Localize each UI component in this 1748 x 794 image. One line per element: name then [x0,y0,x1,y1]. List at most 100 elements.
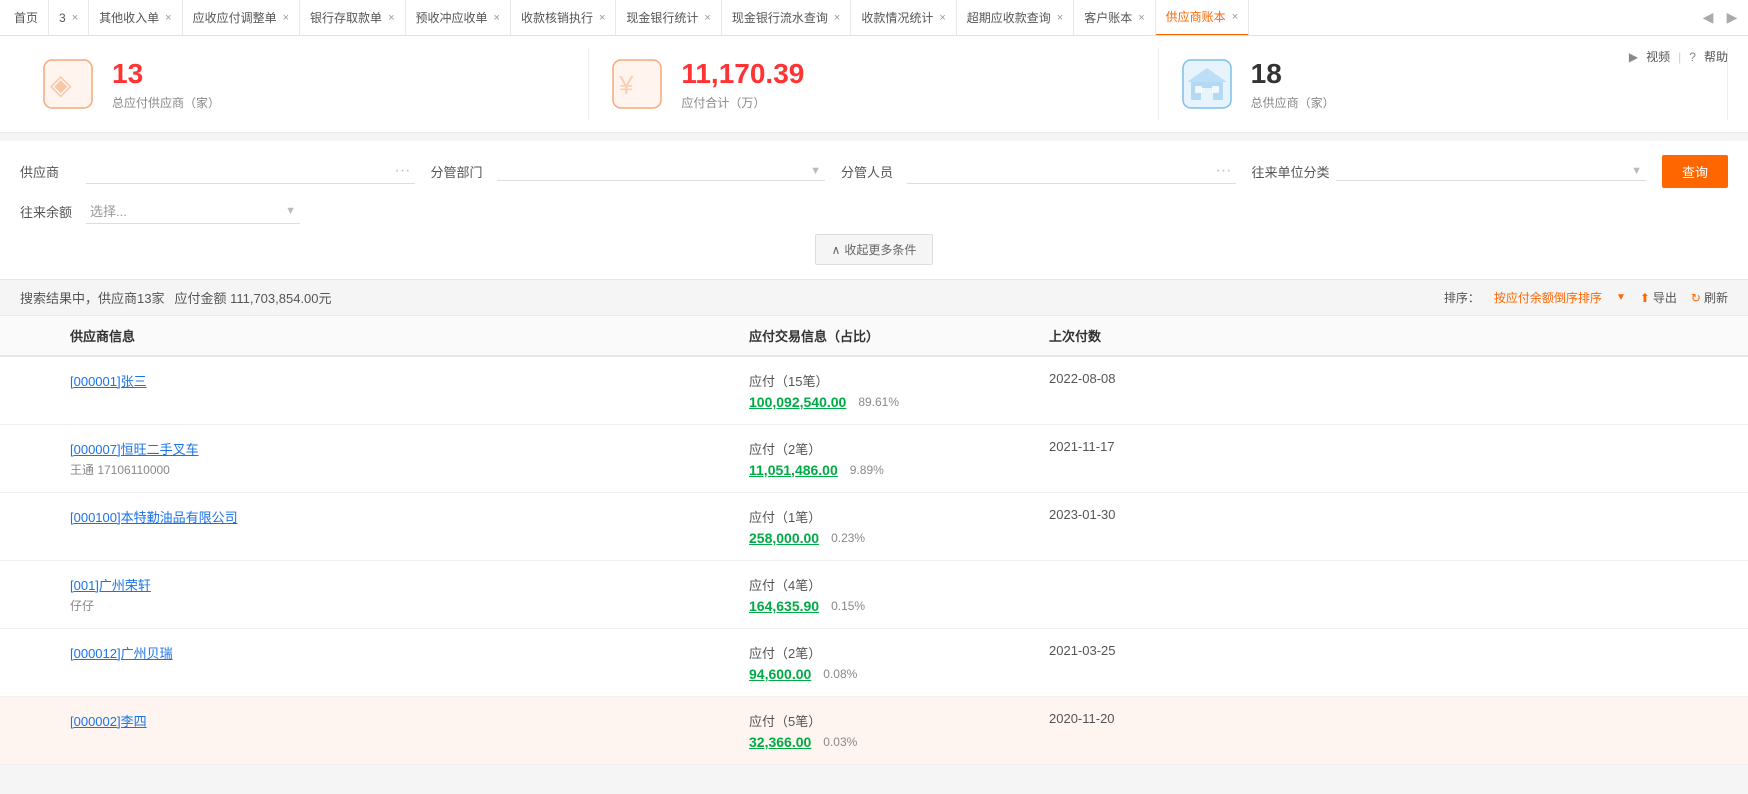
collapse-button[interactable]: ∧ 收起更多条件 [815,234,934,265]
person-filter-label: 分管人员 [841,162,901,181]
close-tab-bank-deposit[interactable]: × [388,12,394,24]
nav-tab-ap-adjust[interactable]: 应收应付调整单× [183,0,300,36]
total-supplier-icon [1179,56,1235,112]
filter-area: 供应商 ··· 分管部门 ▼ 分管人员 ··· 往来单位分类 [0,141,1748,280]
supplier-payable-icon: ◈ [40,56,96,112]
table-header: 供应商信息 应付交易信息（占比） 上次付数 [0,316,1748,357]
tx-amount[interactable]: 258,000.00 [749,530,819,546]
supplier-input[interactable] [90,164,395,179]
nav-arrow-right[interactable]: ▶ [1720,0,1744,36]
nav-tab-tab3[interactable]: 3× [49,0,89,36]
tx-amount[interactable]: 32,366.00 [749,734,811,750]
row-index [20,507,70,511]
nav-arrows: ◀ ▶ [1696,0,1744,36]
filter-item-category: 往来单位分类 ▼ [1252,162,1647,181]
nav-tab-customer-account[interactable]: 客户账本× [1074,0,1155,36]
table-row: [000002]李四 应付（5笔） 32,366.00 0.03% 2020-1… [0,697,1748,765]
filter-item-balance: 往来余额 选择... ▼ [20,198,300,224]
stats-row: ◈ 13 总应付供应商（家） ¥ 11,170.39 应付合计（万） [0,36,1748,133]
tx-amount[interactable]: 94,600.00 [749,666,811,682]
nav-tab-bank-deposit[interactable]: 银行存取款单× [300,0,405,36]
supplier-link[interactable]: [000100]本特勤油品有限公司 [70,507,749,526]
tx-label: 应付（5笔） [749,711,1049,730]
dept-caret-icon: ▼ [810,165,821,177]
tx-pct: 89.61% [858,395,899,409]
close-tab-other-income[interactable]: × [165,12,171,24]
nav-tab-home[interactable]: 首页 [4,0,49,36]
person-dots-icon: ··· [1216,162,1232,180]
transaction-info: 应付（1笔） 258,000.00 0.23% [749,507,1049,546]
row-index [20,575,70,579]
sort-value[interactable]: 按应付余额倒序排序 [1494,289,1602,306]
table-row: [000100]本特勤油品有限公司 应付（1笔） 258,000.00 0.23… [0,493,1748,561]
refresh-label[interactable]: 刷新 [1704,289,1728,306]
refresh-action[interactable]: ↻ 刷新 [1691,289,1728,306]
balance-filter-select[interactable]: 选择... ▼ [86,198,300,224]
query-button[interactable]: 查询 [1662,155,1728,188]
nav-tab-collect-stat[interactable]: 收款情况统计× [851,0,956,36]
person-filter-input[interactable]: ··· [907,159,1236,184]
supplier-info: [000002]李四 [70,711,749,733]
person-input[interactable] [911,164,1216,179]
nav-tab-cash-bank-flow[interactable]: 现金银行流水查询× [722,0,851,36]
export-label[interactable]: 导出 [1653,289,1677,306]
supplier-info: [000007]恒旺二手叉车 王通 17106110000 [70,439,749,478]
supplier-link[interactable]: [000012]广州贝瑞 [70,643,749,662]
divider: | [1678,50,1681,64]
collapse-label: 收起更多条件 [844,241,916,258]
stat-content-payable-total: 11,170.39 应付合计（万） [681,57,804,112]
close-tab-collect-stat[interactable]: × [939,12,945,24]
help-icon: ? [1689,50,1696,64]
filter-item-supplier: 供应商 ··· [20,159,415,184]
stat-label-payable-total: 应付合计（万） [681,94,804,111]
close-tab-cash-bank-stat[interactable]: × [704,12,710,24]
tx-pct: 0.23% [831,531,865,545]
balance-caret-icon: ▼ [285,205,296,217]
category-filter-select[interactable]: ▼ [1336,162,1646,181]
supplier-filter-input[interactable]: ··· [86,159,415,184]
video-icon: ▶ [1629,50,1638,64]
supplier-link[interactable]: [001]广州荣轩 [70,575,749,594]
close-tab-customer-account[interactable]: × [1138,12,1144,24]
nav-tab-supplier-account[interactable]: 供应商账本× [1156,0,1249,36]
supplier-info: [001]广州荣轩 仔仔 [70,575,749,614]
close-tab-supplier-account[interactable]: × [1232,11,1238,23]
close-tab-ap-adjust[interactable]: × [283,12,289,24]
nav-tab-payment-verify[interactable]: 收款核销执行× [511,0,616,36]
row-index [20,643,70,647]
supplier-link[interactable]: [000007]恒旺二手叉车 [70,439,749,458]
close-tab-cash-bank-flow[interactable]: × [834,12,840,24]
nav-tab-other-income[interactable]: 其他收入单× [89,0,182,36]
tx-label: 应付（2笔） [749,439,1049,458]
last-pay-date: 2020-11-20 [1049,711,1728,726]
supplier-sub: 王通 17106110000 [70,463,170,477]
dept-filter-label: 分管部门 [431,162,491,181]
help-link[interactable]: 帮助 [1704,48,1728,65]
close-tab-prepay-charge[interactable]: × [494,12,500,24]
export-action[interactable]: ⬆ 导出 [1640,289,1677,306]
stat-content-supplier-payable: 13 总应付供应商（家） [112,57,220,112]
tx-amount[interactable]: 11,051,486.00 [749,462,838,478]
export-icon: ⬆ [1640,291,1650,305]
close-tab-payment-verify[interactable]: × [599,12,605,24]
row-index [20,371,70,375]
refresh-icon: ↻ [1691,291,1701,305]
transaction-info: 应付（2笔） 94,600.00 0.08% [749,643,1049,682]
close-tab-overdue-query[interactable]: × [1057,12,1063,24]
nav-tab-prepay-charge[interactable]: 预收冲应收单× [406,0,511,36]
last-pay-date: 2023-01-30 [1049,507,1728,522]
nav-tab-overdue-query[interactable]: 超期应收款查询× [957,0,1074,36]
nav-arrow-left[interactable]: ◀ [1696,0,1720,36]
nav-tab-cash-bank-stat[interactable]: 现金银行统计× [616,0,721,36]
tx-label: 应付（4笔） [749,575,1049,594]
table-row: [001]广州荣轩 仔仔 应付（4笔） 164,635.90 0.15% [0,561,1748,629]
svg-text:¥: ¥ [618,70,634,100]
tx-amount[interactable]: 164,635.90 [749,598,819,614]
table-body: [000001]张三 应付（15笔） 100,092,540.00 89.61%… [0,357,1748,765]
dept-filter-select[interactable]: ▼ [497,162,826,181]
supplier-link[interactable]: [000002]李四 [70,711,749,730]
supplier-link[interactable]: [000001]张三 [70,371,749,390]
tx-amount[interactable]: 100,092,540.00 [749,394,846,410]
video-link[interactable]: 视频 [1646,48,1670,65]
close-tab-tab3[interactable]: × [72,12,78,24]
